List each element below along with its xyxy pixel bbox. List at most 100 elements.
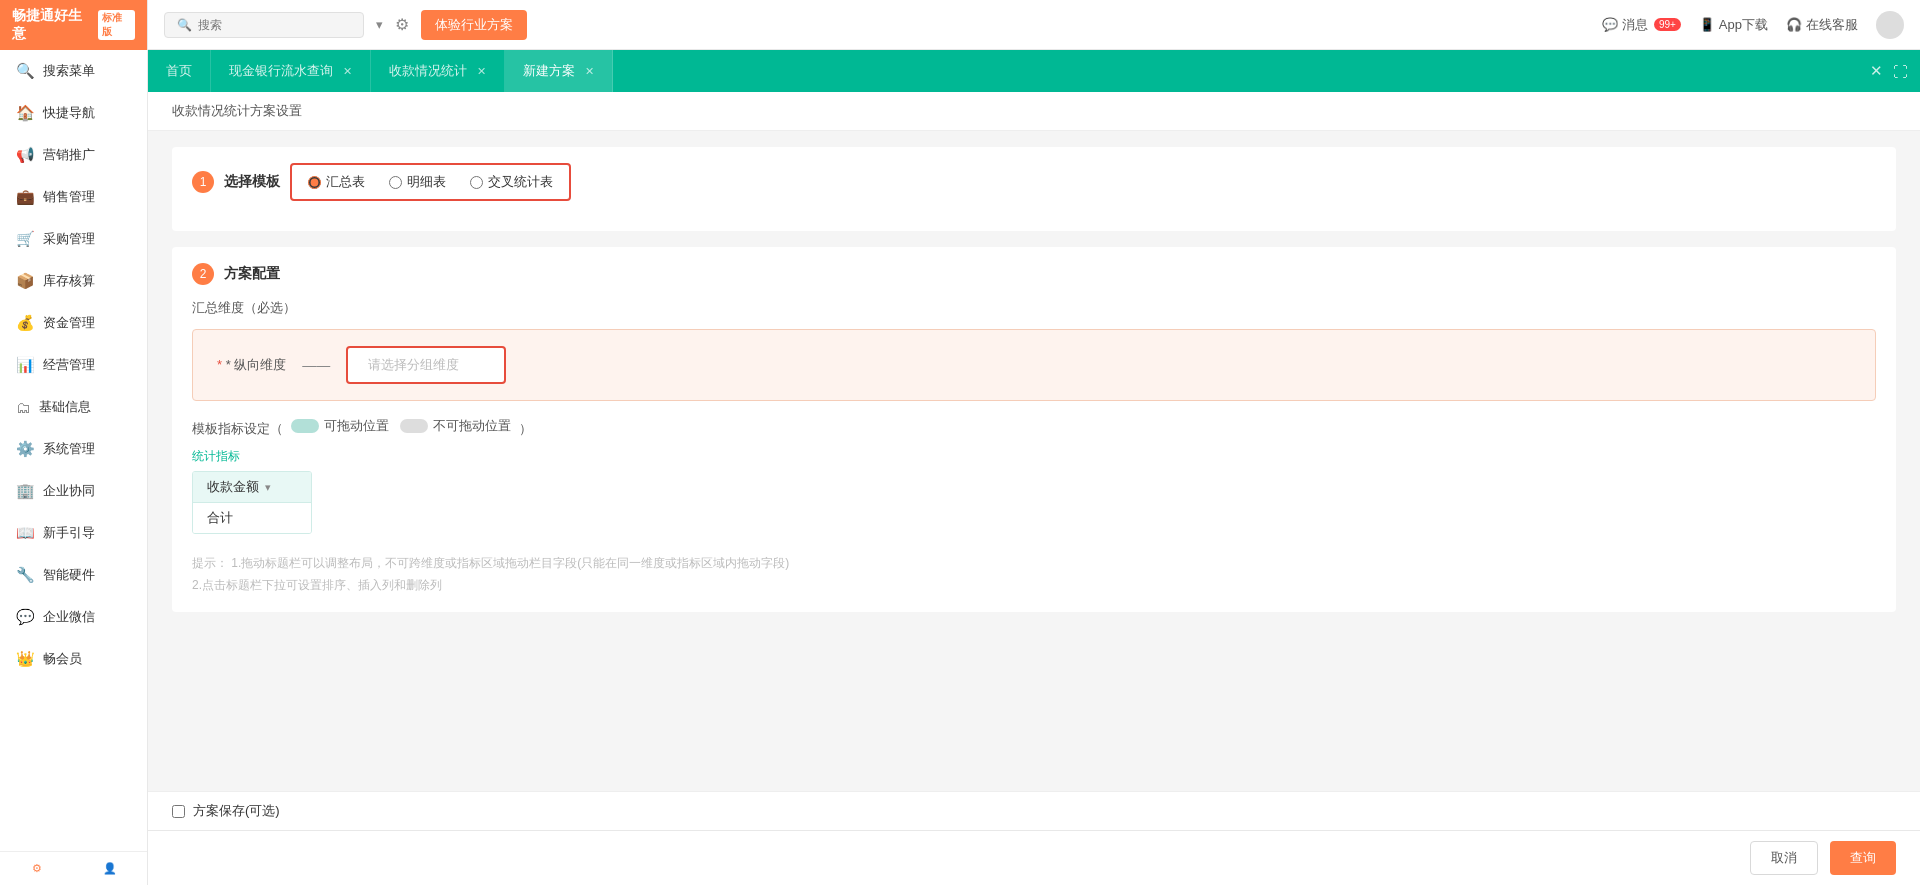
sidebar-item-5[interactable]: 📦库存核算 <box>0 260 147 302</box>
sidebar-label-0: 搜索菜单 <box>43 62 95 80</box>
sidebar: 畅捷通好生意 标准版 🔍搜索菜单🏠快捷导航📢营销推广💼销售管理 🛒 采购管理 📦库存核… <box>0 0 148 885</box>
sidebar-item-7[interactable]: 📊经营管理 <box>0 344 147 386</box>
dimension-arrow: —— <box>302 357 330 373</box>
sidebar-label-13: 企业微信 <box>43 608 95 626</box>
stats-area: 统计指标 收款金额 ▾ 合计 <box>192 448 1876 537</box>
breadcrumb-text: 收款情况统计方案设置 <box>172 103 302 118</box>
maximize-icon[interactable]: ⛶ <box>1893 63 1908 80</box>
template-detail[interactable]: 明细表 <box>389 173 446 191</box>
logo-text: 畅捷通好生意 <box>12 7 94 43</box>
search-bar[interactable]: 🔍 <box>164 12 364 38</box>
stats-table-cell: 合计 <box>193 503 311 533</box>
template-cross-radio[interactable] <box>470 176 483 189</box>
metrics-title: 模板指标设定（ 可拖动位置 不可拖动位置 ） <box>192 421 532 436</box>
sidebar-icon-3: 💼 <box>16 188 35 206</box>
edition-badge: 标准版 <box>98 10 135 40</box>
tab-label-0: 首页 <box>166 62 192 80</box>
sidebar-item-3[interactable]: 💼销售管理 <box>0 176 147 218</box>
sidebar-icon-5: 📦 <box>16 272 35 290</box>
sidebar-item-0[interactable]: 🔍搜索菜单 <box>0 50 147 92</box>
sidebar-icon-1: 🏠 <box>16 104 35 122</box>
sidebar-label-14: 畅会员 <box>43 650 82 668</box>
template-cross-label: 交叉统计表 <box>488 173 553 191</box>
sidebar-label-9: 系统管理 <box>43 440 95 458</box>
app-download-item[interactable]: 📱 App下载 <box>1699 16 1768 34</box>
sidebar-item-1[interactable]: 🏠快捷导航 <box>0 92 147 134</box>
sidebar-item-6[interactable]: 💰资金管理 <box>0 302 147 344</box>
tab-label-1: 现金银行流水查询 <box>229 62 333 80</box>
notification-badge: 99+ <box>1654 18 1681 31</box>
template-detail-radio[interactable] <box>389 176 402 189</box>
sidebar-label-7: 经营管理 <box>43 356 95 374</box>
page-body: 1 选择模板 汇总表 明细表 交叉统计表 <box>148 131 1920 791</box>
sidebar-label-4: 采购管理 <box>43 230 95 248</box>
app-download-label: App下载 <box>1719 16 1768 34</box>
hint-1: 提示： 1.拖动标题栏可以调整布局，不可跨维度或指标区域拖动栏目字段(只能在同一… <box>192 553 1876 575</box>
hint-2: 2.点击标题栏下拉可设置排序、插入列和删除列 <box>192 575 1876 597</box>
sidebar-item-13[interactable]: 💬企业微信 <box>0 596 147 638</box>
tab-2[interactable]: 收款情况统计✕ <box>371 50 505 92</box>
tab-close-2[interactable]: ✕ <box>477 65 486 78</box>
sidebar-item-14[interactable]: 👑 畅会员 <box>0 638 147 680</box>
online-service-item[interactable]: 🎧 在线客服 <box>1786 16 1858 34</box>
breadcrumb: 收款情况统计方案设置 <box>148 92 1920 131</box>
query-button[interactable]: 查询 <box>1830 841 1896 875</box>
user-avatar[interactable] <box>1876 11 1904 39</box>
tab-close-1[interactable]: ✕ <box>343 65 352 78</box>
sidebar-icon-9: ⚙️ <box>16 440 35 458</box>
content-area: 收款情况统计方案设置 1 选择模板 汇总表 明细表 <box>148 92 1920 830</box>
template-cross[interactable]: 交叉统计表 <box>470 173 553 191</box>
sidebar-icon-4: 🛒 <box>16 230 35 248</box>
gear-icon[interactable]: ⚙ <box>395 15 409 34</box>
sidebar-label-8: 基础信息 <box>39 398 91 416</box>
tab-3[interactable]: 新建方案 ✕ <box>505 50 613 92</box>
tab-controls: ✕ ⛶ <box>1858 50 1920 92</box>
sidebar-item-8[interactable]: 🗂基础信息 <box>0 386 147 428</box>
template-summary[interactable]: 汇总表 <box>308 173 365 191</box>
tab-close-3[interactable]: ✕ <box>585 65 594 78</box>
save-label: 方案保存(可选) <box>193 802 280 820</box>
stats-label: 统计指标 <box>192 448 1876 465</box>
stats-table-header[interactable]: 收款金额 ▾ <box>193 472 311 503</box>
cancel-button[interactable]: 取消 <box>1750 841 1818 875</box>
topbar-dropdown-btn[interactable]: ▾ <box>376 17 383 32</box>
sidebar-icon-12: 🔧 <box>16 566 35 584</box>
sidebar-bottom-left[interactable]: ⚙ <box>0 852 74 885</box>
notification-item[interactable]: 💬 消息 99+ <box>1602 16 1681 34</box>
step1-number: 1 <box>192 171 214 193</box>
sidebar-bottom: ⚙ 👤 <box>0 851 147 885</box>
sidebar-label-10: 企业协同 <box>43 482 95 500</box>
download-icon: 📱 <box>1699 17 1715 32</box>
dimension-row-label: * * 纵向维度 <box>217 356 286 374</box>
service-icon: 🎧 <box>1786 17 1802 32</box>
step1-section: 1 选择模板 汇总表 明细表 交叉统计表 <box>172 147 1896 231</box>
search-input[interactable] <box>198 18 351 32</box>
sidebar-item-11[interactable]: 📖新手引导 <box>0 512 147 554</box>
stats-dropdown-arrow: ▾ <box>265 481 271 494</box>
required-star: * <box>217 357 222 372</box>
main-area: 🔍 ▾ ⚙ 体验行业方案 💬 消息 99+ 📱 App下载 🎧 在线客服 首页 现… <box>148 0 1920 885</box>
save-checkbox[interactable] <box>172 805 185 818</box>
sidebar-icon-6: 💰 <box>16 314 35 332</box>
draggable-indicator <box>291 419 319 433</box>
template-summary-radio[interactable] <box>308 176 321 189</box>
sidebar-icon-14: 👑 <box>16 650 35 668</box>
tab-label-3: 新建方案 <box>523 62 575 80</box>
step2-title: 方案配置 <box>224 265 280 283</box>
tab-1[interactable]: 现金银行流水查询 ✕ <box>211 50 371 92</box>
notification-label: 消息 <box>1622 16 1648 34</box>
sidebar-bottom-right[interactable]: 👤 <box>74 852 148 885</box>
sidebar-item-10[interactable]: 🏢企业协同 <box>0 470 147 512</box>
dimension-row: * * 纵向维度 —— 请选择分组维度 <box>217 346 1851 384</box>
save-option-bar: 方案保存(可选) <box>148 791 1920 830</box>
sidebar-icon-11: 📖 <box>16 524 35 542</box>
dimension-select[interactable]: 请选择分组维度 <box>346 346 506 384</box>
template-options: 汇总表 明细表 交叉统计表 <box>290 163 571 201</box>
sidebar-item-9[interactable]: ⚙️ 系统管理 <box>0 428 147 470</box>
sidebar-item-12[interactable]: 🔧智能硬件 <box>0 554 147 596</box>
sidebar-item-4[interactable]: 🛒 采购管理 <box>0 218 147 260</box>
industry-button[interactable]: 体验行业方案 <box>421 10 527 40</box>
tab-0[interactable]: 首页 <box>148 50 211 92</box>
close-all-icon[interactable]: ✕ <box>1870 62 1883 80</box>
sidebar-item-2[interactable]: 📢营销推广 <box>0 134 147 176</box>
